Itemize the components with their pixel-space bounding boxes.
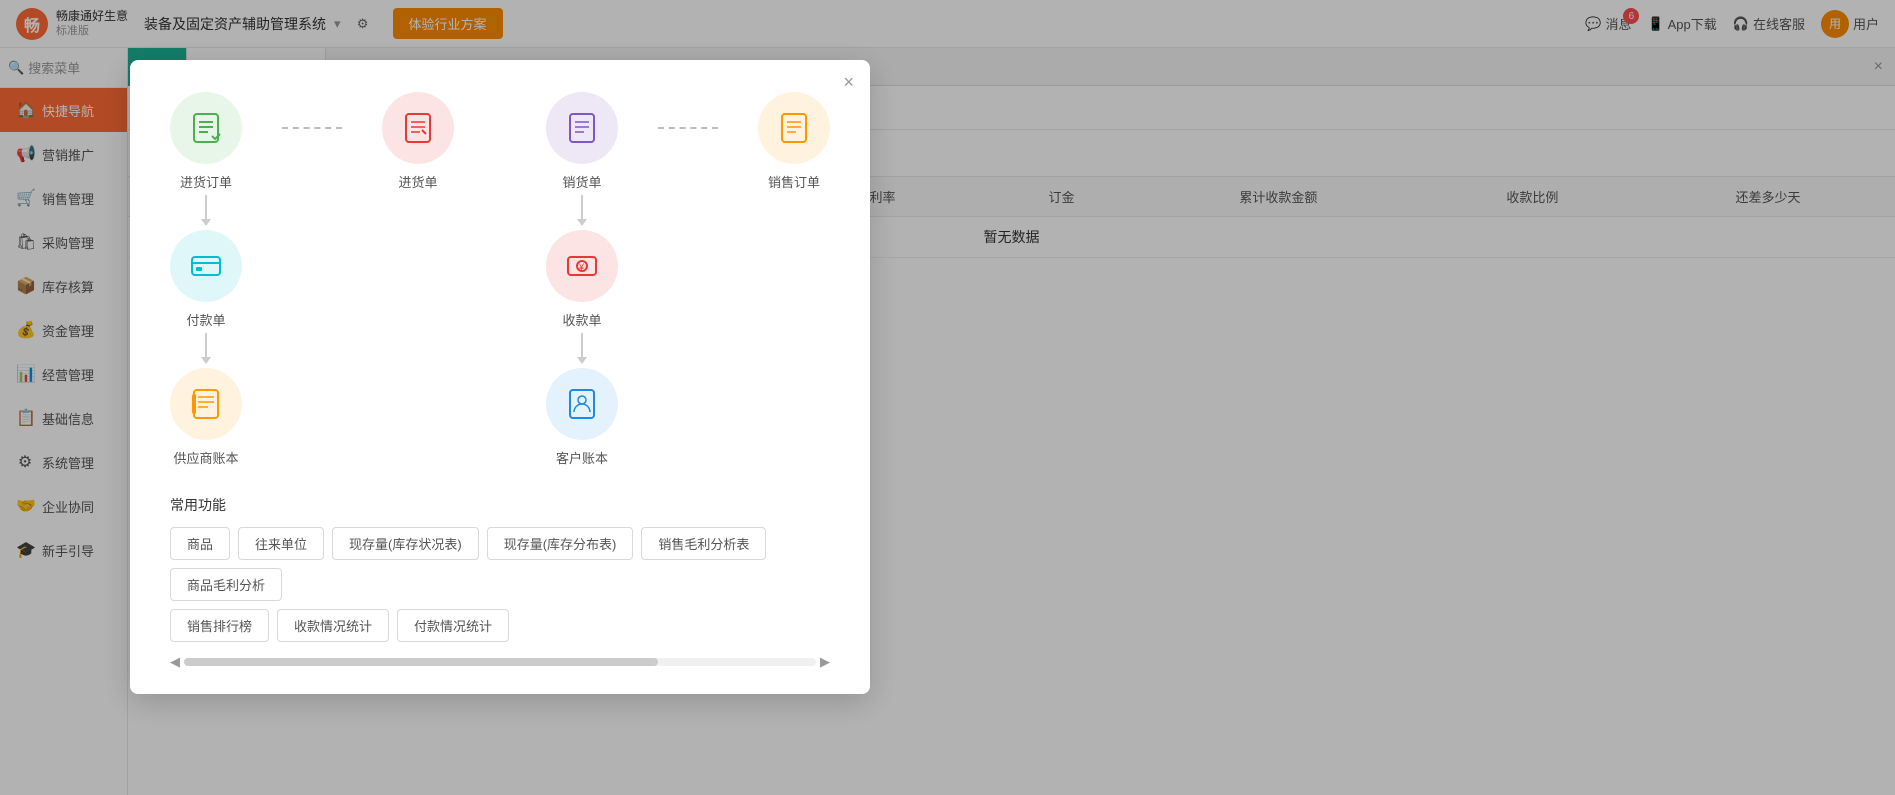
arrow-down-1 [201, 195, 211, 226]
func-btn-goods-profit[interactable]: 商品毛利分析 [170, 568, 282, 601]
scroll-right-icon[interactable]: ▶ [820, 654, 830, 670]
receipt-icon: ¥ [546, 230, 618, 302]
flow-arrow-h1 [282, 92, 342, 129]
scroll-left-icon[interactable]: ◀ [170, 654, 180, 670]
customer-ledger-icon [546, 368, 618, 440]
func-btn-sales-profit[interactable]: 销售毛利分析表 [641, 527, 766, 560]
modal-overlay[interactable]: × 进货订单 [0, 0, 1895, 795]
sale-bill-label: 销货单 [562, 172, 601, 191]
func-row-2: 销售排行榜 收款情况统计 付款情况统计 [170, 609, 830, 642]
flow-node-supplier-ledger[interactable]: 供应商账本 [170, 368, 242, 467]
quick-nav-modal: × 进货订单 [130, 60, 870, 694]
func-btn-payment-stat[interactable]: 付款情况统计 [397, 609, 509, 642]
modal-scrollbar: ◀ ▶ [170, 654, 830, 670]
customer-ledger-label: 客户账本 [556, 448, 608, 467]
svg-text:¥: ¥ [578, 262, 585, 272]
arrow-down-3 [201, 333, 211, 364]
sale-order-icon [758, 92, 830, 164]
common-funcs-title: 常用功能 [170, 495, 830, 515]
flow-col-far-right: 销售订单 [758, 92, 830, 191]
sale-order-label: 销售订单 [768, 172, 820, 191]
sale-bill-icon [546, 92, 618, 164]
func-btn-sales-rank[interactable]: 销售排行榜 [170, 609, 269, 642]
flow-node-receipt[interactable]: ¥ 收款单 [546, 230, 618, 329]
supplier-ledger-icon [170, 368, 242, 440]
scroll-track[interactable] [184, 658, 816, 666]
arrow-down-5 [577, 333, 587, 364]
flow-node-sale-bill[interactable]: 销货单 [546, 92, 618, 191]
flow-node-purchase-order[interactable]: 进货订单 [170, 92, 242, 191]
flow-col-mid-left: 进货单 [382, 92, 454, 191]
modal-close-button[interactable]: × [843, 72, 854, 93]
func-btn-partners[interactable]: 往来单位 [238, 527, 324, 560]
func-btn-stock-dist[interactable]: 现存量(库存分布表) [487, 527, 634, 560]
purchase-bill-label: 进货单 [398, 172, 437, 191]
func-btn-receipt-stat[interactable]: 收款情况统计 [277, 609, 389, 642]
flow-arrow-h2 [658, 92, 718, 129]
flow-col-right-left: 销货单 ¥ 收款单 [546, 92, 618, 467]
purchase-order-label: 进货订单 [180, 172, 232, 191]
supplier-ledger-label: 供应商账本 [173, 448, 238, 467]
func-btn-stock-status[interactable]: 现存量(库存状况表) [332, 527, 479, 560]
flow-diagram: 进货订单 付款单 [170, 92, 830, 467]
flow-col-left: 进货订单 付款单 [170, 92, 242, 467]
flow-node-purchase-bill[interactable]: 进货单 [382, 92, 454, 191]
arrow-down-4 [577, 195, 587, 226]
flow-node-sale-order[interactable]: 销售订单 [758, 92, 830, 191]
payment-label: 付款单 [186, 310, 225, 329]
common-funcs-section: 常用功能 商品 往来单位 现存量(库存状况表) 现存量(库存分布表) 销售毛利分… [170, 495, 830, 642]
func-btn-goods[interactable]: 商品 [170, 527, 230, 560]
purchase-order-icon [170, 92, 242, 164]
flow-node-payment[interactable]: 付款单 [170, 230, 242, 329]
scroll-thumb [184, 658, 658, 666]
func-row-1: 商品 往来单位 现存量(库存状况表) 现存量(库存分布表) 销售毛利分析表 商品… [170, 527, 830, 601]
purchase-bill-icon [382, 92, 454, 164]
flow-node-customer-ledger[interactable]: 客户账本 [546, 368, 618, 467]
payment-icon [170, 230, 242, 302]
receipt-label: 收款单 [562, 310, 601, 329]
